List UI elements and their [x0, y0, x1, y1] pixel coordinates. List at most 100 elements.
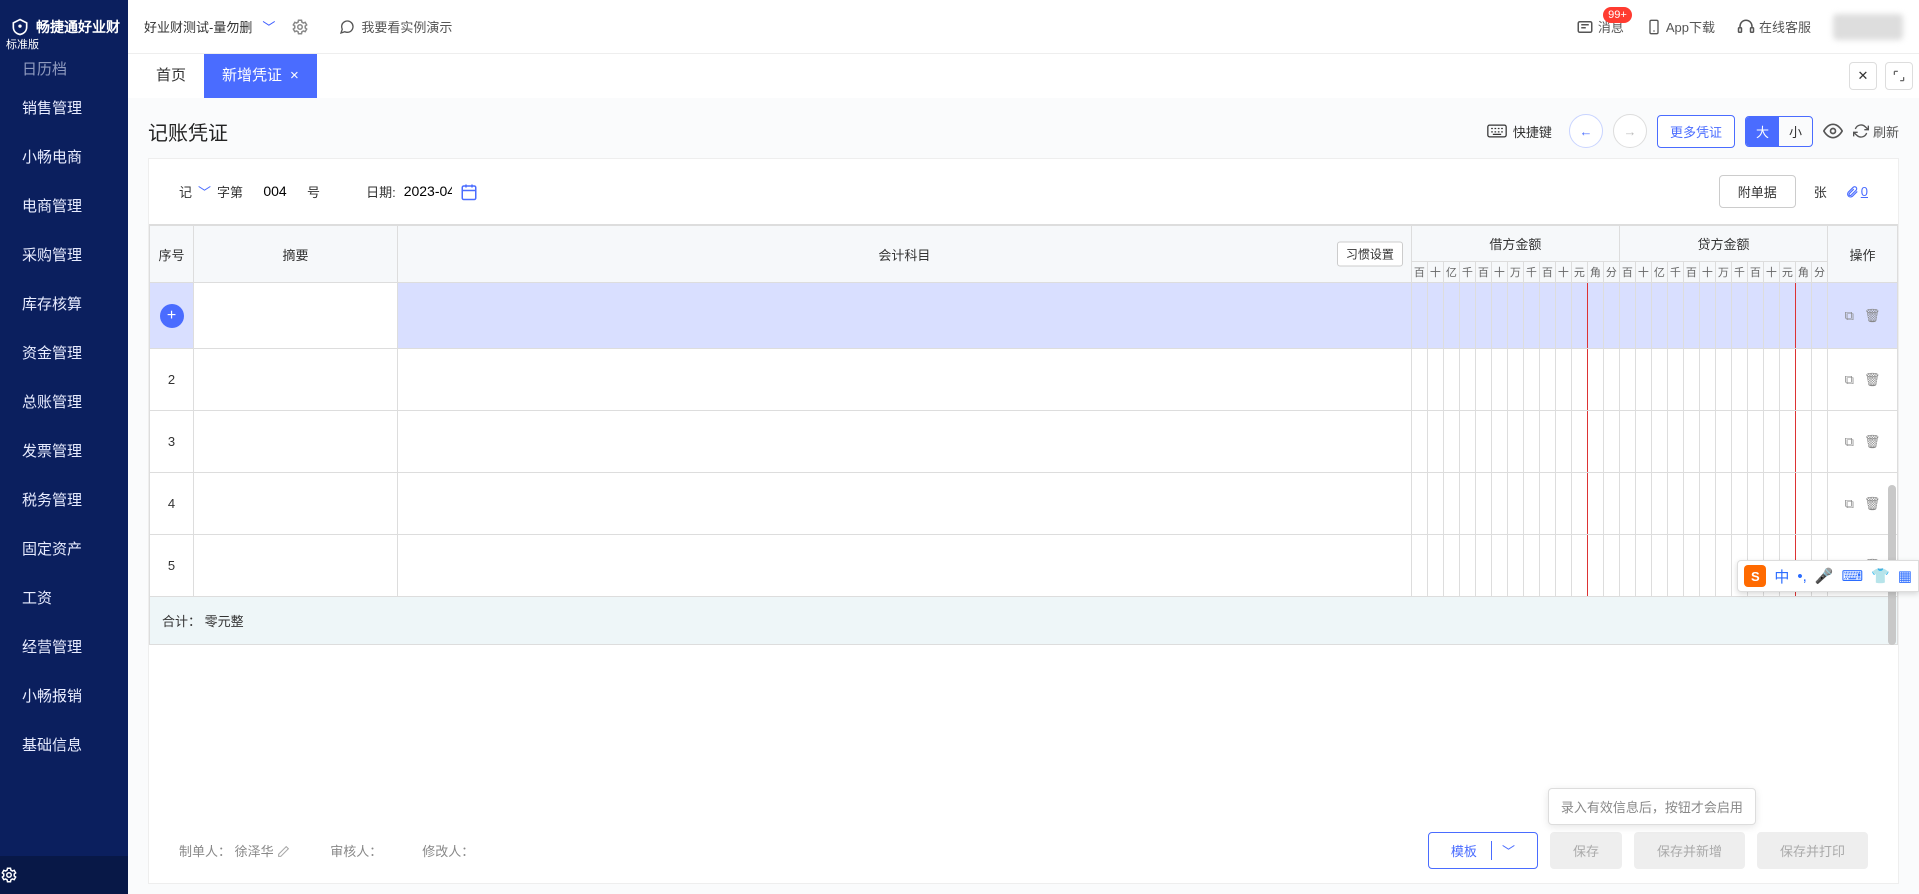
copy-row-icon[interactable]: ⧉ — [1845, 308, 1854, 324]
user-avatar[interactable] — [1833, 14, 1903, 40]
sidebar-item-basic[interactable]: 基础信息 — [0, 720, 128, 769]
digit-cell[interactable] — [1603, 535, 1619, 597]
digit-cell[interactable] — [1491, 283, 1507, 349]
digit-cell[interactable] — [1507, 473, 1523, 535]
digit-cell[interactable] — [1779, 283, 1795, 349]
digit-cell[interactable] — [1411, 535, 1427, 597]
microphone-icon[interactable]: 🎤 — [1815, 567, 1834, 585]
copy-row-icon[interactable]: ⧉ — [1845, 434, 1854, 450]
digit-cell[interactable] — [1459, 535, 1475, 597]
table-row[interactable]: 5⧉🗑 — [150, 535, 1898, 597]
table-row[interactable]: 3⧉🗑 — [150, 411, 1898, 473]
digit-cell[interactable] — [1475, 473, 1491, 535]
digit-cell[interactable] — [1587, 283, 1603, 349]
digit-cell[interactable] — [1571, 535, 1587, 597]
digit-cell[interactable] — [1795, 349, 1811, 411]
digit-cell[interactable] — [1651, 473, 1667, 535]
digit-cell[interactable] — [1427, 349, 1443, 411]
summary-cell[interactable] — [194, 535, 398, 597]
digit-cell[interactable] — [1731, 283, 1747, 349]
digit-cell[interactable] — [1539, 411, 1555, 473]
digit-cell[interactable] — [1571, 473, 1587, 535]
digit-cell[interactable] — [1555, 411, 1571, 473]
delete-row-icon[interactable]: 🗑 — [1864, 434, 1881, 450]
refresh-button[interactable]: 刷新 — [1853, 122, 1899, 141]
digit-cell[interactable] — [1475, 411, 1491, 473]
digit-cell[interactable] — [1443, 535, 1459, 597]
delete-row-icon[interactable]: 🗑 — [1864, 372, 1881, 388]
attachment-count[interactable]: 0 — [1845, 184, 1868, 199]
tab-home[interactable]: 首页 — [138, 54, 204, 98]
digit-cell[interactable] — [1475, 535, 1491, 597]
digit-cell[interactable] — [1555, 283, 1571, 349]
digit-cell[interactable] — [1571, 349, 1587, 411]
digit-cell[interactable] — [1443, 473, 1459, 535]
digit-cell[interactable] — [1443, 411, 1459, 473]
digit-cell[interactable] — [1635, 535, 1651, 597]
digit-cell[interactable] — [1587, 349, 1603, 411]
voucher-number-input[interactable] — [251, 183, 299, 200]
digit-cell[interactable] — [1507, 283, 1523, 349]
copy-row-icon[interactable]: ⧉ — [1845, 496, 1854, 512]
digit-cell[interactable] — [1715, 349, 1731, 411]
subject-cell[interactable] — [398, 411, 1412, 473]
table-row[interactable]: 4⧉🗑 — [150, 473, 1898, 535]
digit-cell[interactable] — [1619, 349, 1635, 411]
digit-cell[interactable] — [1747, 283, 1763, 349]
digit-cell[interactable] — [1763, 411, 1779, 473]
digit-cell[interactable] — [1411, 349, 1427, 411]
digit-cell[interactable] — [1667, 535, 1683, 597]
app-download-button[interactable]: App下载 — [1646, 17, 1715, 36]
summary-cell[interactable] — [194, 411, 398, 473]
digit-cell[interactable] — [1491, 349, 1507, 411]
sidebar-item-sales[interactable]: 销售管理 — [0, 83, 128, 132]
attach-document-button[interactable]: 附单据 — [1719, 175, 1796, 208]
sidebar-item-ecommerce-a[interactable]: 小畅电商 — [0, 132, 128, 181]
digit-cell[interactable] — [1747, 411, 1763, 473]
digit-cell[interactable] — [1667, 283, 1683, 349]
sidebar-item-0[interactable]: 日历档 — [0, 54, 128, 83]
ime-skin-icon[interactable]: 👕 — [1871, 567, 1890, 585]
demo-link[interactable]: 我要看实例演示 — [339, 17, 452, 36]
digit-cell[interactable] — [1811, 349, 1827, 411]
digit-cell[interactable] — [1459, 411, 1475, 473]
summary-cell[interactable] — [194, 473, 398, 535]
digit-cell[interactable] — [1603, 473, 1619, 535]
digit-cell[interactable] — [1523, 535, 1539, 597]
digit-cell[interactable] — [1795, 411, 1811, 473]
sidebar-item-invoice[interactable]: 发票管理 — [0, 426, 128, 475]
close-icon[interactable]: × — [290, 67, 299, 84]
digit-cell[interactable] — [1667, 349, 1683, 411]
delete-row-icon[interactable]: 🗑 — [1864, 308, 1881, 324]
sidebar-item-ecommerce-b[interactable]: 电商管理 — [0, 181, 128, 230]
digit-cell[interactable] — [1779, 411, 1795, 473]
sidebar-item-inventory[interactable]: 库存核算 — [0, 279, 128, 328]
subject-cell[interactable] — [398, 535, 1412, 597]
sidebar-item-ledger[interactable]: 总账管理 — [0, 377, 128, 426]
subject-cell[interactable] — [398, 473, 1412, 535]
table-row[interactable]: +⧉🗑 — [150, 283, 1898, 349]
digit-cell[interactable] — [1427, 473, 1443, 535]
sidebar-settings[interactable] — [0, 856, 128, 894]
digit-cell[interactable] — [1779, 349, 1795, 411]
digit-cell[interactable] — [1667, 411, 1683, 473]
digit-cell[interactable] — [1427, 283, 1443, 349]
digit-cell[interactable] — [1635, 349, 1651, 411]
edit-icon[interactable] — [277, 845, 290, 858]
summary-cell[interactable] — [194, 349, 398, 411]
size-toggle[interactable]: 大 小 — [1745, 116, 1813, 147]
digit-cell[interactable] — [1683, 349, 1699, 411]
digit-cell[interactable] — [1747, 473, 1763, 535]
ime-toolbar[interactable]: S 中 •, 🎤 ⌨ 👕 ▦ — [1737, 560, 1919, 592]
settings-icon[interactable] — [291, 18, 309, 36]
subject-cell[interactable] — [398, 349, 1412, 411]
digit-cell[interactable] — [1523, 349, 1539, 411]
digit-cell[interactable] — [1715, 411, 1731, 473]
messages-button[interactable]: 消息 99+ — [1576, 17, 1624, 36]
digit-cell[interactable] — [1491, 535, 1507, 597]
digit-cell[interactable] — [1683, 411, 1699, 473]
more-vouchers-button[interactable]: 更多凭证 — [1657, 115, 1735, 148]
digit-cell[interactable] — [1507, 411, 1523, 473]
digit-cell[interactable] — [1539, 535, 1555, 597]
digit-cell[interactable] — [1571, 283, 1587, 349]
